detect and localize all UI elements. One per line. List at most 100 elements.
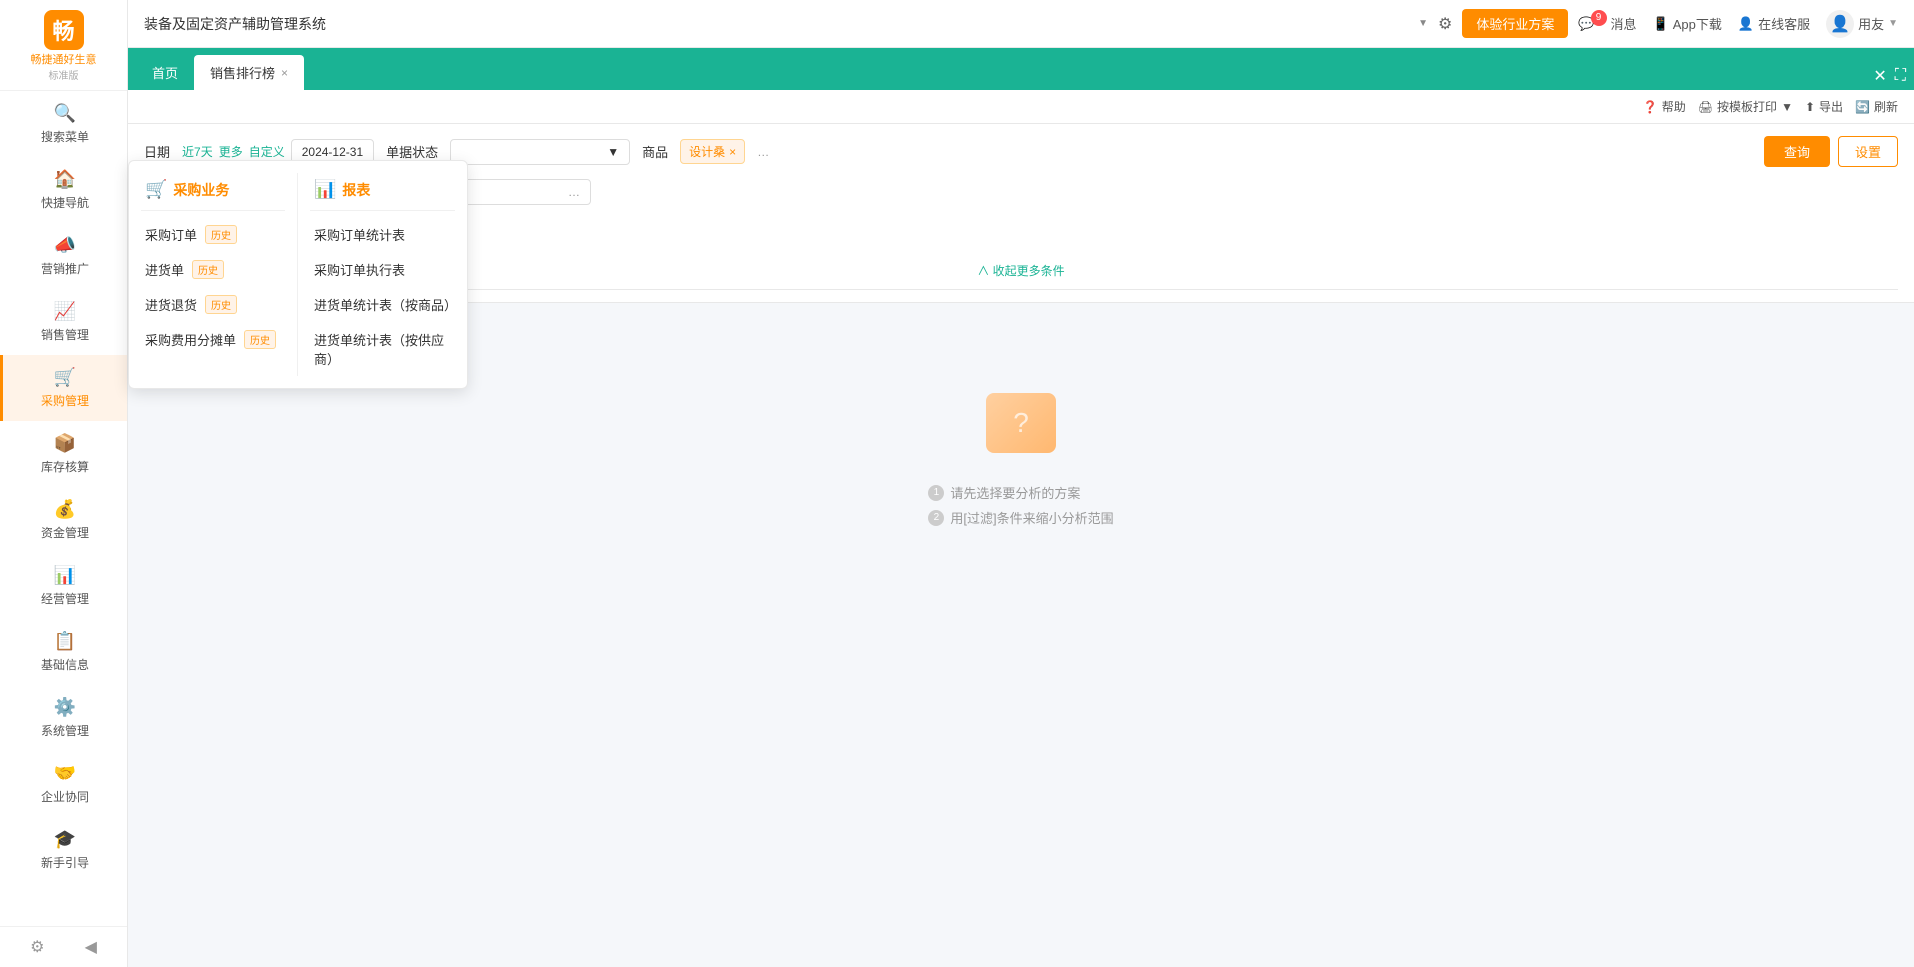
incoming-return-history: 历史	[205, 295, 237, 314]
salesman-ellipsis: …	[568, 185, 580, 199]
purchase-title-label: 采购业务	[173, 180, 229, 200]
sidebar-item-label: 资金管理	[41, 524, 89, 541]
purchase-order-exec-label: 采购订单执行表	[314, 260, 405, 279]
menu-item-purchase-order[interactable]: 采购订单 历史	[141, 217, 285, 252]
sidebar-item-label: 搜索菜单	[41, 128, 89, 145]
logo-icon: 畅	[44, 10, 84, 50]
query-button[interactable]: 查询	[1764, 136, 1830, 167]
sidebar-settings-button[interactable]: ⚙	[30, 937, 44, 957]
empty-hint-2: 用[过滤]条件来缩小分析范围	[950, 508, 1113, 527]
tab-sales-rank-label: 销售排行榜	[210, 63, 275, 82]
report-title-icon: 📊	[314, 179, 336, 200]
hint-num-1: 1	[928, 485, 944, 501]
print-label: 按模板打印	[1717, 98, 1777, 115]
date-shortcut-7days[interactable]: 近7天	[182, 143, 213, 160]
help-icon: ❓	[1643, 100, 1658, 114]
menu-item-purchase-expense[interactable]: 采购费用分摊单 历史	[141, 322, 285, 357]
tab-bar-actions: ✕ ⛶	[1873, 66, 1906, 90]
sidebar-item-quick-nav[interactable]: 🏠 快捷导航	[0, 157, 127, 223]
bill-status-chevron: ▼	[607, 145, 619, 159]
app-download-label: App下载	[1673, 14, 1722, 33]
user-menu-chevron: ▼	[1888, 18, 1898, 29]
dropdown-menu-grid: 🛒 采购业务 采购订单 历史 进货单 历史 进货退货 历史 采购费用分摊单 历史	[129, 173, 467, 376]
sidebar-nav: 🔍 搜索菜单 🏠 快捷导航 📣 营销推广 📈 销售管理 🛒 采购管理 📦 库存核…	[0, 91, 127, 926]
print-icon: 🖨	[1698, 100, 1713, 114]
print-chevron[interactable]: ▼	[1781, 100, 1793, 114]
purchase-title-icon: 🛒	[145, 179, 167, 200]
tab-home[interactable]: 首页	[136, 55, 194, 90]
bill-status-select[interactable]: ▼	[450, 139, 630, 165]
help-button[interactable]: ❓ 帮助	[1643, 98, 1686, 115]
date-shortcut-more[interactable]: 更多	[219, 143, 243, 160]
report-col: 📊 报表 采购订单统计表 采购订单执行表 进货单统计表（按商品） 进货单统计表（…	[298, 173, 467, 376]
hint-num-2: 2	[928, 510, 944, 526]
goods-more[interactable]: …	[757, 145, 769, 159]
sidebar-item-enterprise[interactable]: 🤝 企业协同	[0, 751, 127, 817]
sidebar-bottom: ⚙ ◀	[0, 926, 127, 967]
home-icon: 🏠	[54, 169, 76, 190]
sidebar-logo: 畅 畅捷通好生意 标准版	[0, 0, 127, 91]
empty-hints: 1 请先选择要分析的方案 2 用[过滤]条件来缩小分析范围	[928, 483, 1113, 533]
incoming-label: 进货单	[145, 260, 184, 279]
incoming-history: 历史	[192, 260, 224, 279]
sidebar-item-label: 采购管理	[41, 392, 89, 409]
sidebar-item-operation[interactable]: 📊 经营管理	[0, 553, 127, 619]
collapse-label: 收起更多条件	[993, 264, 1065, 278]
menu-item-incoming-stat-goods[interactable]: 进货单统计表（按商品）	[310, 287, 455, 322]
purchase-business-title: 🛒 采购业务	[141, 173, 285, 211]
sidebar-item-marketing[interactable]: 📣 营销推广	[0, 223, 127, 289]
tab-bar-close-icon[interactable]: ✕	[1873, 66, 1886, 86]
menu-item-purchase-order-stat[interactable]: 采购订单统计表	[310, 217, 455, 252]
settings-icon[interactable]: ⚙	[1438, 14, 1452, 34]
sidebar-item-basic[interactable]: 📋 基础信息	[0, 619, 127, 685]
sidebar-item-sales[interactable]: 📈 销售管理	[0, 289, 127, 355]
sidebar: 畅 畅捷通好生意 标准版 🔍 搜索菜单 🏠 快捷导航 📣 营销推广 📈 销售管理…	[0, 0, 128, 967]
refresh-button[interactable]: 🔄 刷新	[1855, 98, 1898, 115]
goods-tag-value: 设计桑	[689, 143, 725, 160]
sidebar-item-guide[interactable]: 🎓 新手引导	[0, 817, 127, 883]
menu-item-incoming-return[interactable]: 进货退货 历史	[141, 287, 285, 322]
service-icon: 👤	[1738, 16, 1754, 32]
finance-icon: 💰	[54, 499, 76, 520]
guide-icon: 🎓	[54, 829, 76, 850]
sidebar-item-purchase[interactable]: 🛒 采购管理	[0, 355, 127, 421]
sidebar-item-label: 基础信息	[41, 656, 89, 673]
operation-icon: 📊	[54, 565, 76, 586]
online-service-button[interactable]: 👤 在线客服	[1738, 14, 1810, 33]
sidebar-item-system[interactable]: ⚙️ 系统管理	[0, 685, 127, 751]
purchase-expense-history: 历史	[244, 330, 276, 349]
top-header: 装备及固定资产辅助管理系统 ▼ ⚙ 体验行业方案 💬 9 消息 📱 App下载 …	[128, 0, 1914, 48]
toolbar-right: ❓ 帮助 🖨 按模板打印 ▼ ⬆ 导出 🔄 刷新	[128, 90, 1914, 124]
tab-sales-rank[interactable]: 销售排行榜 ×	[194, 55, 304, 90]
purchase-order-stat-label: 采购订单统计表	[314, 225, 405, 244]
menu-item-incoming-stat-supplier[interactable]: 进货单统计表（按供应商）	[310, 322, 455, 376]
system-title-chevron[interactable]: ▼	[1418, 18, 1428, 29]
notification-button[interactable]: 💬 9 消息	[1578, 14, 1636, 33]
menu-item-purchase-order-exec[interactable]: 采购订单执行表	[310, 252, 455, 287]
menu-item-incoming[interactable]: 进货单 历史	[141, 252, 285, 287]
date-shortcut-custom[interactable]: 自定义	[249, 143, 285, 160]
print-button[interactable]: 🖨 按模板打印 ▼	[1698, 98, 1793, 115]
tab-bar-maximize-icon[interactable]: ⛶	[1895, 67, 1906, 85]
sales-icon: 📈	[54, 301, 76, 322]
refresh-label: 刷新	[1874, 98, 1898, 115]
goods-tag-close[interactable]: ×	[729, 145, 736, 159]
sidebar-item-search[interactable]: 🔍 搜索菜单	[0, 91, 127, 157]
empty-hint-1: 请先选择要分析的方案	[950, 483, 1080, 502]
filter-actions: 查询 设置	[1764, 136, 1898, 167]
tab-close-button[interactable]: ×	[281, 66, 288, 80]
industry-button[interactable]: 体验行业方案	[1462, 9, 1568, 38]
sidebar-item-inventory[interactable]: 📦 库存核算	[0, 421, 127, 487]
goods-label: 商品	[642, 142, 668, 161]
empty-icon-box	[986, 393, 1056, 453]
set-button[interactable]: 设置	[1838, 136, 1898, 167]
tab-bar: 首页 销售排行榜 × ✕ ⛶	[128, 48, 1914, 90]
help-label: 帮助	[1662, 98, 1686, 115]
export-button[interactable]: ⬆ 导出	[1805, 98, 1843, 115]
sidebar-collapse-button[interactable]: ◀	[85, 937, 97, 957]
user-menu-button[interactable]: 👤 用友 ▼	[1826, 10, 1898, 38]
incoming-stat-goods-label: 进货单统计表（按商品）	[314, 295, 451, 314]
sidebar-item-finance[interactable]: 💰 资金管理	[0, 487, 127, 553]
main-area: 装备及固定资产辅助管理系统 ▼ ⚙ 体验行业方案 💬 9 消息 📱 App下载 …	[128, 0, 1914, 967]
app-download-button[interactable]: 📱 App下载	[1653, 14, 1722, 33]
